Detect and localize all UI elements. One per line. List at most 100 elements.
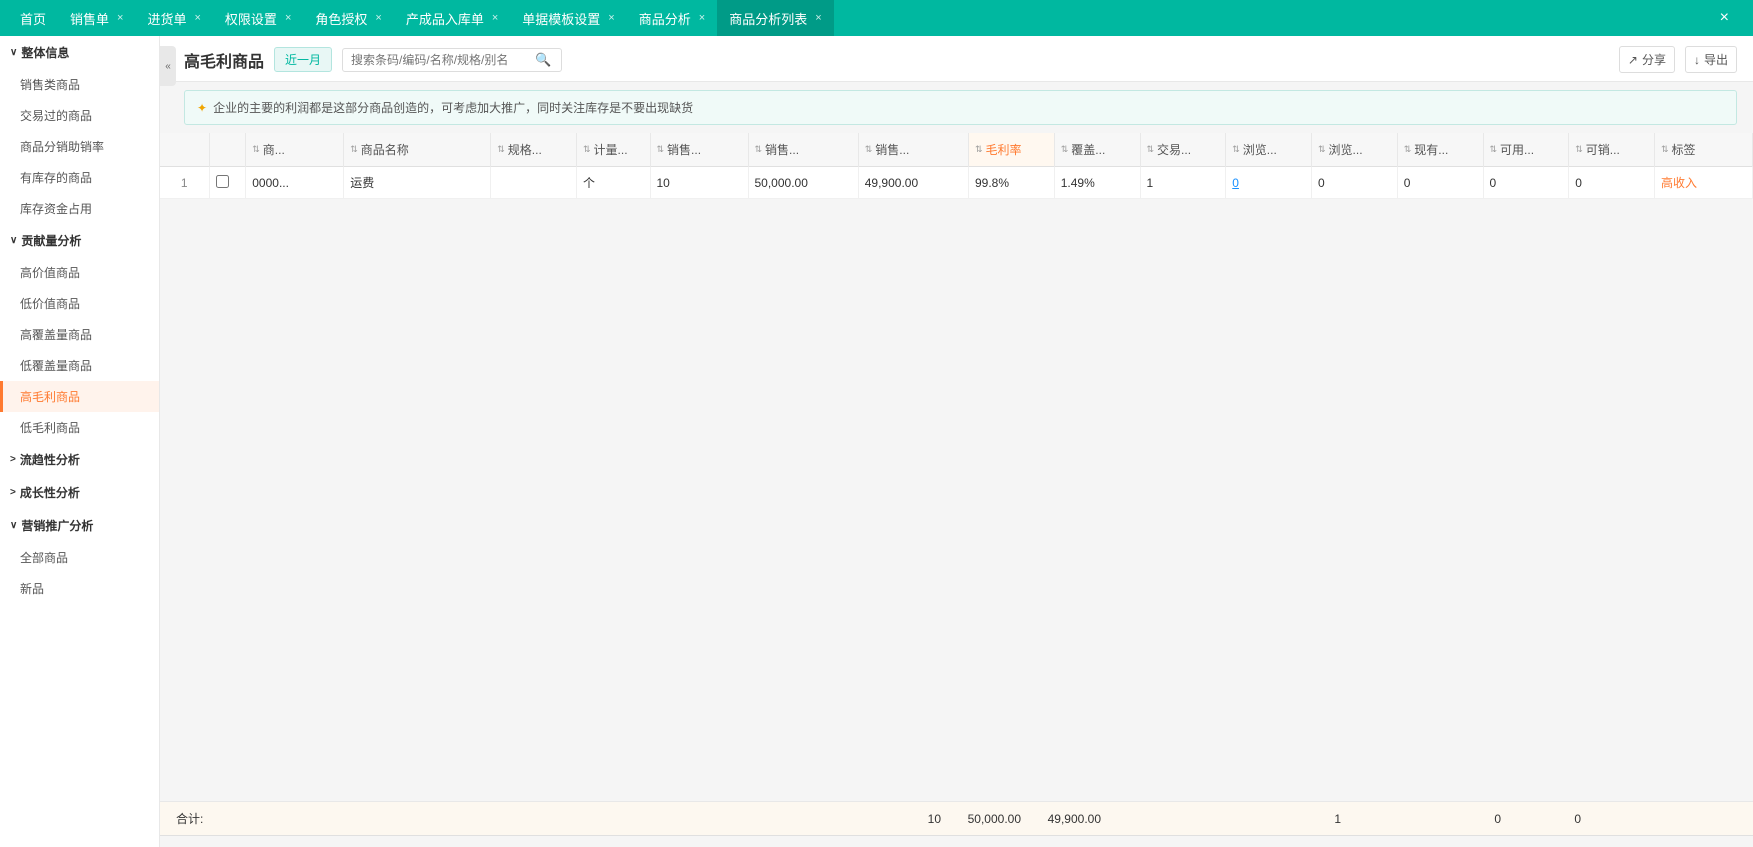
column-header-9[interactable]: ⇅毛利率: [969, 133, 1055, 167]
column-header-15[interactable]: ⇅可用...: [1483, 133, 1569, 167]
nav-item-进货单[interactable]: 进货单×: [135, 0, 212, 36]
sidebar-item-交易过的商品[interactable]: 交易过的商品: [0, 100, 159, 131]
column-header-11[interactable]: ⇅交易...: [1140, 133, 1226, 167]
product-name: 运费: [344, 167, 491, 199]
stock: 0: [1397, 167, 1483, 199]
sidebar-group-贡献量分析[interactable]: ∨贡献量分析: [0, 224, 159, 257]
share-icon: ↗: [1628, 53, 1638, 67]
column-header-13[interactable]: ⇅浏览...: [1312, 133, 1398, 167]
column-header-1[interactable]: [209, 133, 246, 167]
footer-cell-16: [1667, 812, 1747, 826]
column-header-14[interactable]: ⇅现有...: [1397, 133, 1483, 167]
nav-item-商品分析列表[interactable]: 商品分析列表×: [717, 0, 833, 36]
sidebar-item-高覆盖量商品[interactable]: 高覆盖量商品: [0, 319, 159, 350]
column-label: 商...: [263, 141, 285, 158]
tab-close-icon[interactable]: ×: [285, 12, 291, 24]
nav-item-角色授权[interactable]: 角色授权×: [303, 0, 393, 36]
sidebar-item-商品分销助销率[interactable]: 商品分销助销率: [0, 131, 159, 162]
nav-item-权限设置[interactable]: 权限设置×: [213, 0, 303, 36]
column-header-7[interactable]: ⇅销售...: [748, 133, 858, 167]
footer-cell-14: 0: [1507, 812, 1587, 826]
product-spec: [491, 167, 577, 199]
nav-item-单据模板设置[interactable]: 单据模板设置×: [510, 0, 626, 36]
sidebar: ∨整体信息销售类商品交易过的商品商品分销助销率有库存的商品库存资金占用∨贡献量分…: [0, 36, 160, 847]
column-header-12[interactable]: ⇅浏览...: [1226, 133, 1312, 167]
sidebar-toggle-button[interactable]: «: [160, 46, 176, 86]
footer-cell-12: [1347, 812, 1427, 826]
sidebar-group-流趋性分析[interactable]: >流趋性分析: [0, 443, 159, 476]
sort-icon: ⇅: [1232, 144, 1240, 155]
tab-close-icon[interactable]: ×: [492, 12, 498, 24]
sales-profit: 49,900.00: [858, 167, 968, 199]
column-header-8[interactable]: ⇅销售...: [858, 133, 968, 167]
sidebar-item-新品[interactable]: 新品: [0, 573, 159, 604]
sort-icon: ⇅: [1404, 144, 1412, 155]
sidebar-item-全部商品[interactable]: 全部商品: [0, 542, 159, 573]
column-label: 标签: [1672, 141, 1696, 158]
column-label: 可销...: [1586, 141, 1620, 158]
sidebar-item-库存资金占用[interactable]: 库存资金占用: [0, 193, 159, 224]
nav-item-首页[interactable]: 首页: [8, 0, 58, 36]
sidebar-item-高价值商品[interactable]: 高价值商品: [0, 257, 159, 288]
footer-cell-5: [787, 812, 867, 826]
sidebar-group-label: 流趋性分析: [20, 451, 80, 468]
tab-close-icon[interactable]: ×: [375, 12, 381, 24]
column-label: 规格...: [508, 141, 542, 158]
sidebar-item-低覆盖量商品[interactable]: 低覆盖量商品: [0, 350, 159, 381]
footer-cell-11: 1: [1267, 812, 1347, 826]
search-icon[interactable]: 🔍: [535, 52, 551, 68]
sidebar-item-有库存的商品[interactable]: 有库存的商品: [0, 162, 159, 193]
column-label: 现有...: [1414, 141, 1448, 158]
column-header-17[interactable]: ⇅标签: [1655, 133, 1753, 167]
column-label: 销售...: [667, 141, 701, 158]
tab-close-icon[interactable]: ×: [117, 12, 123, 24]
info-banner: ✦ 企业的主要的利润都是这部分商品创造的，可考虑加大推广，同时关注库存是不要出现…: [184, 90, 1737, 125]
gross-rate: 99.8%: [969, 167, 1055, 199]
column-header-2[interactable]: ⇅商...: [246, 133, 344, 167]
tab-close-icon[interactable]: ×: [699, 12, 705, 24]
available: 0: [1483, 167, 1569, 199]
column-header-5[interactable]: ⇅计量...: [577, 133, 651, 167]
sidebar-item-低毛利商品[interactable]: 低毛利商品: [0, 412, 159, 443]
column-label: 计量...: [594, 141, 628, 158]
info-icon: ✦: [197, 101, 207, 115]
sidebar-group-营销推广分析[interactable]: ∨营销推广分析: [0, 509, 159, 542]
sidebar-item-高毛利商品[interactable]: 高毛利商品: [0, 381, 159, 412]
nav-item-销售单[interactable]: 销售单×: [58, 0, 135, 36]
tab-close-icon[interactable]: ×: [608, 12, 614, 24]
sort-icon: ⇅: [1575, 144, 1583, 155]
tab-close-icon[interactable]: ×: [194, 12, 200, 24]
sort-icon: ⇅: [583, 144, 591, 155]
horizontal-scrollbar[interactable]: [160, 835, 1753, 847]
sort-icon: ⇅: [252, 144, 260, 155]
column-header-10[interactable]: ⇅覆盖...: [1054, 133, 1140, 167]
column-label: 商品名称: [361, 141, 409, 158]
export-icon: ↓: [1694, 53, 1700, 67]
sellable: 0: [1569, 167, 1655, 199]
nav-item-商品分析[interactable]: 商品分析×: [627, 0, 717, 36]
sidebar-group-整体信息[interactable]: ∨整体信息: [0, 36, 159, 69]
footer-total: 合计: 1050,000.0049,900.00100: [160, 801, 1753, 835]
tab-close-icon[interactable]: ×: [815, 12, 821, 24]
footer-cell-10: [1187, 812, 1267, 826]
column-header-16[interactable]: ⇅可销...: [1569, 133, 1655, 167]
footer-cell-1: [467, 812, 547, 826]
sidebar-group-label: 整体信息: [21, 44, 69, 61]
column-header-6[interactable]: ⇅销售...: [650, 133, 748, 167]
export-button[interactable]: ↓ 导出: [1685, 46, 1737, 73]
sidebar-item-销售类商品[interactable]: 销售类商品: [0, 69, 159, 100]
search-input[interactable]: [351, 53, 531, 67]
column-header-0[interactable]: [160, 133, 209, 167]
column-header-4[interactable]: ⇅规格...: [491, 133, 577, 167]
filter-month-button[interactable]: 近一月: [274, 47, 332, 72]
footer-cell-7: 50,000.00: [947, 812, 1027, 826]
footer-cell-6: 10: [867, 812, 947, 826]
column-label: 可用...: [1500, 141, 1534, 158]
window-close-button[interactable]: ×: [1704, 0, 1745, 36]
column-header-3[interactable]: ⇅商品名称: [344, 133, 491, 167]
nav-item-产成品入库单[interactable]: 产成品入库单×: [394, 0, 510, 36]
column-label: 浏览...: [1243, 141, 1277, 158]
share-button[interactable]: ↗ 分享: [1619, 46, 1675, 73]
sidebar-group-成长性分析[interactable]: >成长性分析: [0, 476, 159, 509]
sidebar-item-低价值商品[interactable]: 低价值商品: [0, 288, 159, 319]
